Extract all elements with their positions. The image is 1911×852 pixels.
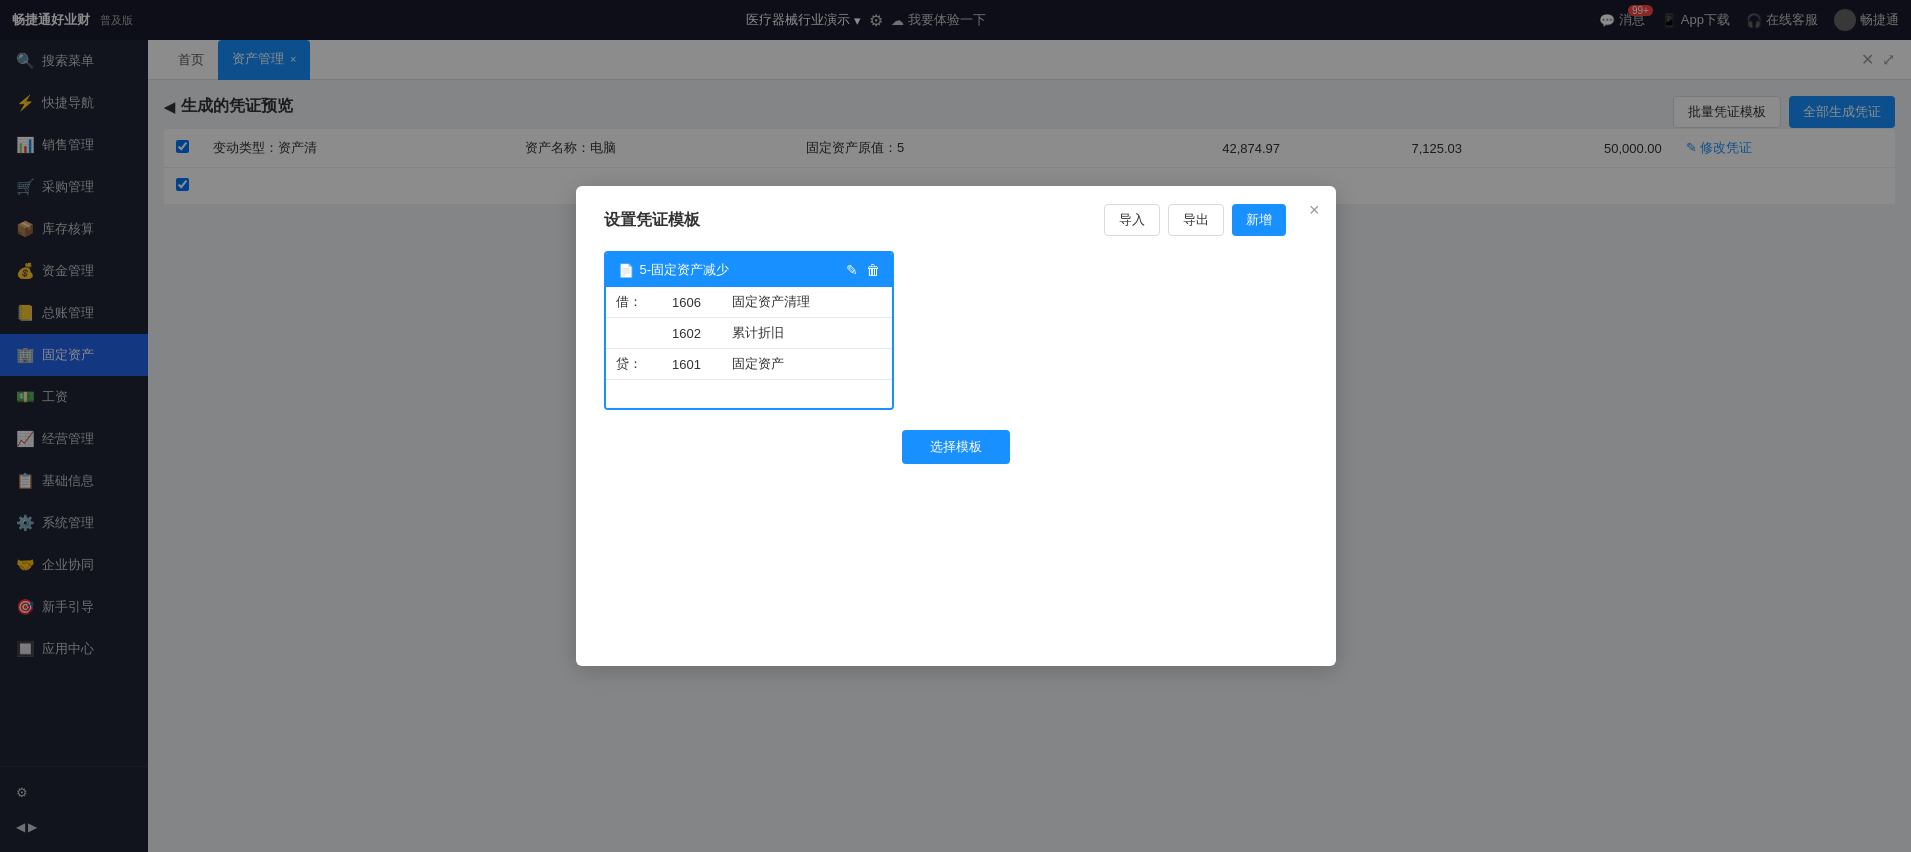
entry-debit-1 — [842, 287, 867, 318]
entry-credit-1 — [867, 287, 892, 318]
entry-debit-2 — [842, 318, 867, 349]
entry-credit-3 — [867, 349, 892, 380]
template-name: 5-固定资产减少 — [640, 261, 730, 279]
template-entry-row-2: 1602 累计折旧 — [606, 318, 892, 349]
entry-subject-1: 固定资产清理 — [722, 287, 842, 318]
modal-body: 📄 5-固定资产减少 ✎ 🗑 借： 1606 固定资产清理 — [604, 251, 1308, 464]
template-card-header: 📄 5-固定资产减少 ✎ 🗑 — [606, 253, 892, 287]
entry-code-2: 1602 — [662, 318, 722, 349]
entry-subject-3: 固定资产 — [722, 349, 842, 380]
modal-overlay[interactable]: 设置凭证模板 导入 导出 新增 × 📄 5-固定资产减少 ✎ 🗑 — [0, 0, 1911, 852]
entry-type-2 — [606, 318, 662, 349]
template-doc-icon: 📄 — [618, 263, 634, 278]
template-card-body: 借： 1606 固定资产清理 1602 累计折旧 — [606, 287, 892, 408]
template-delete-icon[interactable]: 🗑 — [866, 262, 880, 278]
template-header-left: 📄 5-固定资产减少 — [618, 261, 730, 279]
template-entry-row: 借： 1606 固定资产清理 — [606, 287, 892, 318]
import-btn[interactable]: 导入 — [1104, 204, 1160, 236]
entry-subject-2: 累计折旧 — [722, 318, 842, 349]
template-header-right: ✎ 🗑 — [846, 262, 880, 278]
template-edit-icon[interactable]: ✎ — [846, 262, 858, 278]
modal-actions: 导入 导出 新增 — [1104, 204, 1286, 236]
select-template-btn[interactable]: 选择模板 — [902, 430, 1010, 464]
template-card: 📄 5-固定资产减少 ✎ 🗑 借： 1606 固定资产清理 — [604, 251, 894, 410]
modal-close-btn[interactable]: × — [1309, 200, 1320, 221]
entry-code-3: 1601 — [662, 349, 722, 380]
export-btn[interactable]: 导出 — [1168, 204, 1224, 236]
entry-debit-3 — [842, 349, 867, 380]
template-entries-table: 借： 1606 固定资产清理 1602 累计折旧 — [606, 287, 892, 408]
modal-dialog: 设置凭证模板 导入 导出 新增 × 📄 5-固定资产减少 ✎ 🗑 — [576, 186, 1336, 666]
entry-type-1: 借： — [606, 287, 662, 318]
template-entry-empty — [606, 380, 892, 408]
template-entry-row-3: 贷： 1601 固定资产 — [606, 349, 892, 380]
entry-credit-2 — [867, 318, 892, 349]
new-btn[interactable]: 新增 — [1232, 204, 1286, 236]
entry-code-1: 1606 — [662, 287, 722, 318]
entry-type-3: 贷： — [606, 349, 662, 380]
